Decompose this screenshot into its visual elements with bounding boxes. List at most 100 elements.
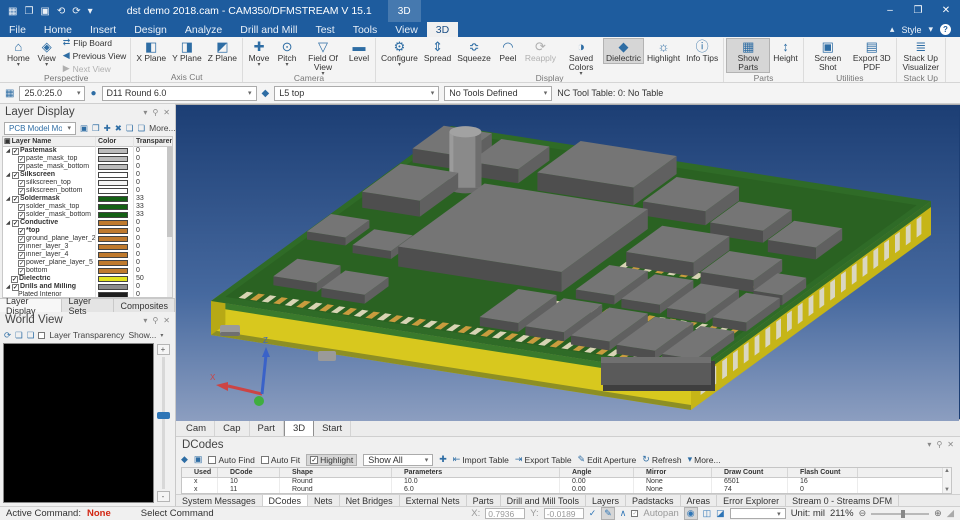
layer-checkbox[interactable]: ✓ xyxy=(18,155,25,163)
layer-color-swatch[interactable] xyxy=(98,252,128,258)
flip-board-button[interactable]: ⇄ Flip Board xyxy=(63,37,127,48)
layer-checkbox[interactable]: ✓ xyxy=(18,227,25,235)
layer-color-swatch[interactable] xyxy=(98,244,128,250)
add-dcode-icon[interactable]: ✚ xyxy=(439,454,447,465)
layer-checkbox[interactable]: ✓ xyxy=(18,187,25,195)
measure-angle-icon[interactable]: ∧ xyxy=(620,508,627,519)
layer-color-swatch[interactable] xyxy=(98,148,128,154)
resize-grip[interactable]: ◢ xyxy=(947,508,954,519)
scroll-down-icon[interactable]: ▼ xyxy=(944,487,950,493)
dcode-square-icon[interactable]: ▣ xyxy=(194,454,203,465)
menu-file[interactable]: File xyxy=(0,22,35,37)
refresh-view-icon[interactable]: ⟳ xyxy=(4,330,11,341)
panel-pin-icon[interactable]: ⚲ xyxy=(936,440,942,449)
grid-icon[interactable]: ▦ xyxy=(5,88,14,99)
spread-button[interactable]: ⇕ Spread xyxy=(421,38,454,64)
layer-grid-scroll-thumb[interactable] xyxy=(167,147,172,237)
add-icon[interactable]: ✚ xyxy=(104,123,111,134)
layer-color-swatch[interactable] xyxy=(98,228,128,234)
peel-button[interactable]: ◠ Peel xyxy=(494,38,522,64)
squeeze-button[interactable]: ≎ Squeeze xyxy=(454,38,494,64)
dcode-combo[interactable]: D11 Round 6.0 ▾ xyxy=(101,85,257,101)
expander-icon[interactable]: ◢ xyxy=(5,171,11,179)
layer-color-swatch[interactable] xyxy=(98,212,128,218)
delete-icon[interactable]: ✖ xyxy=(115,123,122,134)
layer-color-swatch[interactable] xyxy=(98,164,128,170)
paste-icon[interactable]: ❏ xyxy=(138,123,146,134)
save-layers-icon[interactable]: ▣ xyxy=(80,123,88,134)
previous-view-button[interactable]: ◀ Previous View xyxy=(63,50,127,61)
select-all-icon[interactable]: ▣ xyxy=(4,137,11,147)
layer-row[interactable]: ✓ solder_mask_top 33 xyxy=(3,203,172,211)
menu-view[interactable]: View xyxy=(386,22,427,37)
column-parameters[interactable]: Parameters xyxy=(392,468,560,477)
layer-row[interactable]: Plated Interior 0 xyxy=(3,291,172,297)
shade-mode-icon[interactable]: ◪ xyxy=(716,508,725,519)
y-plane-button[interactable]: ◨ Y Plane xyxy=(169,38,205,64)
zoom-out-icon[interactable]: ⊖ xyxy=(859,508,867,519)
menu-insert[interactable]: Insert xyxy=(81,22,125,37)
field-of-view-button[interactable]: ▽ Field Of View ▾ xyxy=(301,38,345,78)
layer-checkbox[interactable]: ✓ xyxy=(12,195,19,203)
layer-checkbox[interactable]: ✓ xyxy=(12,219,19,227)
column-angle[interactable]: Angle xyxy=(560,468,634,477)
doc-tab-cam[interactable]: Cam xyxy=(178,420,216,436)
layer-color-swatch[interactable] xyxy=(98,276,128,282)
style-dropdown-icon[interactable]: ▾ xyxy=(928,24,933,35)
dielectric-button[interactable]: ◆ Dielectric xyxy=(603,38,644,64)
layer-checkbox[interactable]: ✓ xyxy=(11,275,18,283)
layer-row[interactable]: ◢ ✓ Pastemask 0 xyxy=(3,147,172,155)
layer-checkbox[interactable]: ✓ xyxy=(18,203,25,211)
app-icon[interactable]: ▦ xyxy=(8,6,17,17)
copy-view-icon[interactable]: ❏ xyxy=(15,330,23,341)
layers-more-button[interactable]: More... xyxy=(149,123,175,133)
layer-row[interactable]: ✓ ground_plane_layer_2 0 xyxy=(3,235,172,243)
layer-row[interactable]: ◢ ✓ Drills and Milling 0 xyxy=(3,283,172,291)
layer-color-swatch[interactable] xyxy=(98,292,128,297)
undo-icon[interactable]: ⟲ xyxy=(57,6,65,17)
layer-color-swatch[interactable] xyxy=(98,196,128,202)
layer-row[interactable]: ✓ inner_layer_4 0 xyxy=(3,251,172,259)
layer-row[interactable]: ✓ paste_mask_bottom 0 xyxy=(3,163,172,171)
column-draw-count[interactable]: Draw Count xyxy=(712,468,788,477)
scroll-up-icon[interactable]: ▲ xyxy=(944,468,950,474)
doc-tab-cap[interactable]: Cap xyxy=(215,420,250,436)
snap-mode-icon[interactable]: ◉ xyxy=(683,507,698,520)
apply-coordinates-icon[interactable]: ✓ xyxy=(589,508,597,519)
layer-checkbox[interactable]: ✓ xyxy=(12,283,19,291)
layer-row[interactable]: ✓ solder_mask_bottom 33 xyxy=(3,211,172,219)
screen-shot-button[interactable]: ▣ Screen Shot xyxy=(806,38,850,73)
qat-dropdown-icon[interactable]: ▾ xyxy=(88,6,93,17)
x-coordinate-field[interactable]: 0.7936 xyxy=(485,508,526,519)
panel-dropdown-icon[interactable]: ▾ xyxy=(143,316,147,325)
layer-checkbox[interactable]: ✓ xyxy=(18,267,25,275)
bottom-tab-padstacks[interactable]: Padstacks xyxy=(626,495,681,506)
status-combo[interactable]: ▾ xyxy=(729,508,786,519)
move-button[interactable]: ✚ Move ▾ xyxy=(245,38,273,69)
minimize-button[interactable]: – xyxy=(876,0,904,22)
checkbox-auto-find[interactable]: Auto Find xyxy=(208,455,255,465)
doc-tab-3d[interactable]: 3D xyxy=(283,420,315,436)
menu-drill-and-mill[interactable]: Drill and Mill xyxy=(231,22,306,37)
layer-color-swatch[interactable] xyxy=(98,268,128,274)
layer-color-swatch[interactable] xyxy=(98,284,128,290)
refresh-button[interactable]: ↻ Refresh xyxy=(642,454,681,465)
bottom-tab-external-nets[interactable]: External Nets xyxy=(400,495,467,506)
stack-up-visualizer-button[interactable]: ≣ Stack Up Visualizer xyxy=(899,38,943,73)
view-button[interactable]: ◈ View ▾ xyxy=(33,38,61,69)
layer-row[interactable]: ✓ *top 0 xyxy=(3,227,172,235)
x-plane-button[interactable]: ◧ X Plane xyxy=(133,38,169,64)
restore-button[interactable]: ❐ xyxy=(904,0,932,22)
checkbox-highlight[interactable]: ✓ Highlight xyxy=(306,453,358,466)
dcodes-table-scrollbar[interactable]: ▲ ▼ xyxy=(942,468,951,493)
open-icon[interactable]: ❐ xyxy=(24,6,33,17)
pane-split-icon[interactable]: ◫ xyxy=(703,508,712,519)
panel-close-icon[interactable]: ✕ xyxy=(163,108,170,117)
bottom-tab-net-bridges[interactable]: Net Bridges xyxy=(340,495,400,506)
dcode-row[interactable]: x 11 Round 6.0 0.00 None 74 0 xyxy=(182,486,951,493)
more-button[interactable]: ▾ More... xyxy=(688,454,721,465)
expander-icon[interactable]: ◢ xyxy=(5,195,11,203)
layer-color-swatch[interactable] xyxy=(98,204,128,210)
layer-row[interactable]: ✓ silkscreen_top 0 xyxy=(3,179,172,187)
grid-size-combo[interactable]: 25.0:25.0 ▾ xyxy=(19,85,86,101)
